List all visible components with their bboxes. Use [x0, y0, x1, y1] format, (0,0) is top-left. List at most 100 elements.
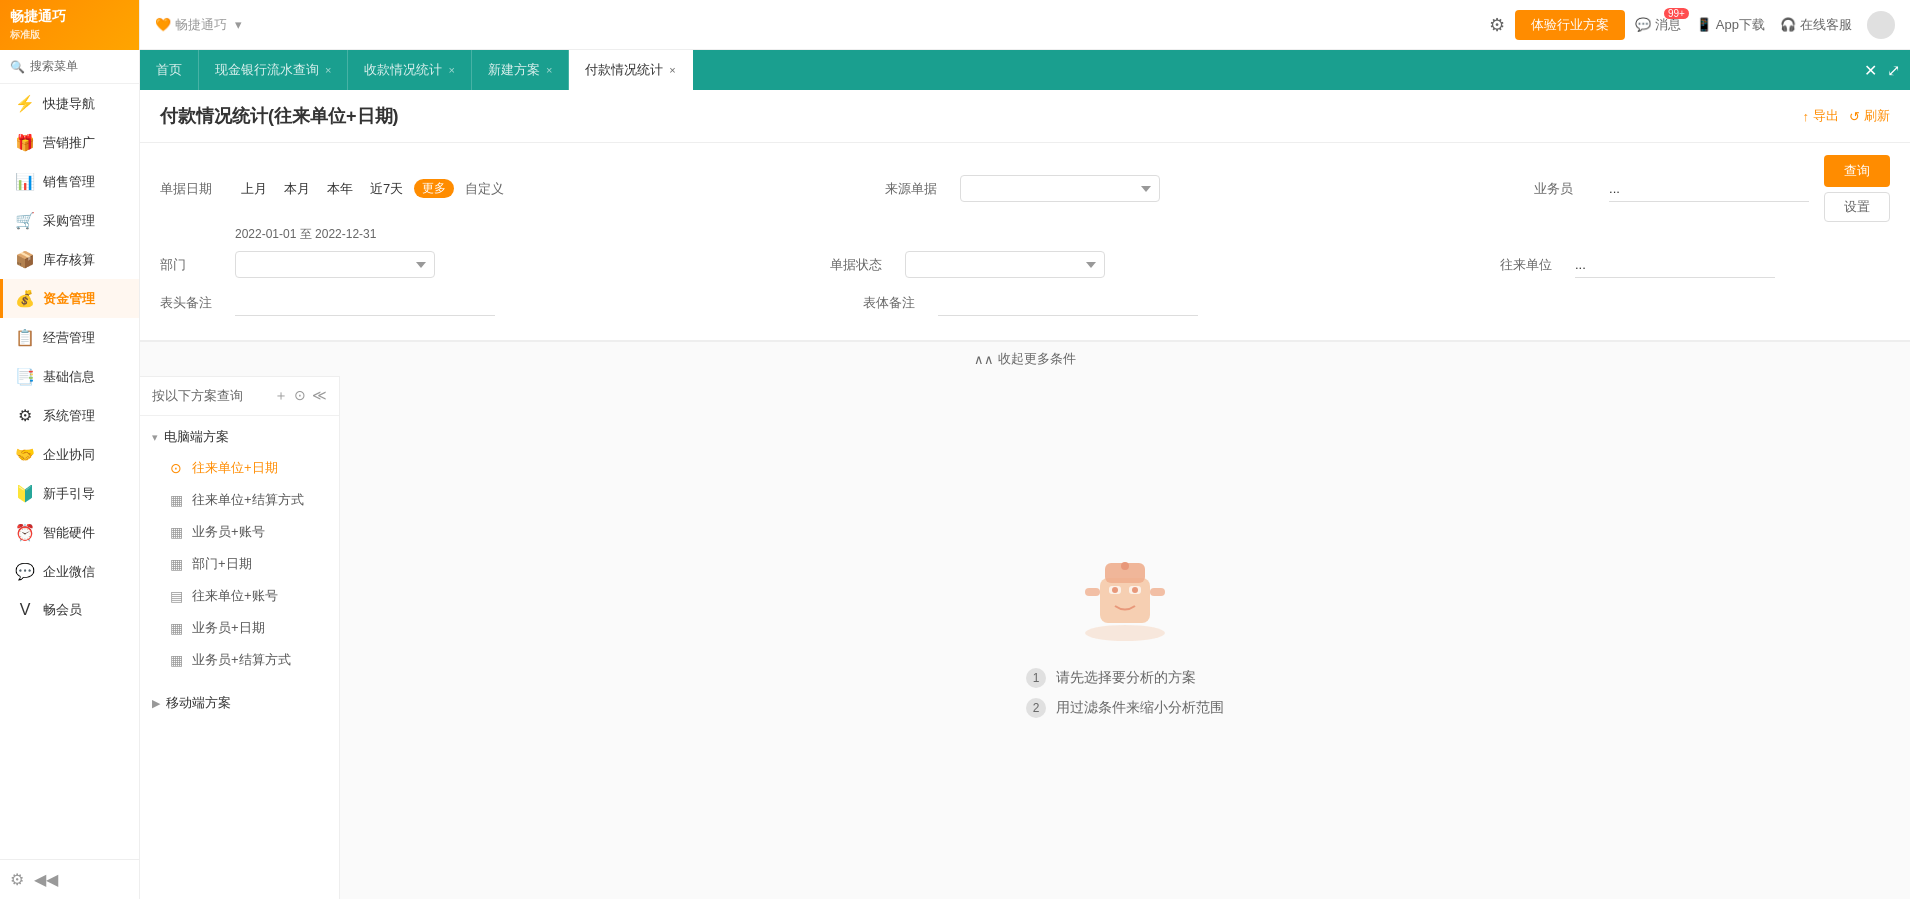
- scheme-item-icon-1: ▦: [168, 492, 184, 508]
- empty-steps: 1 请先选择要分析的方案 2 用过滤条件来缩小分析范围: [1026, 668, 1224, 728]
- scheme-item-staff-account[interactable]: ▦ 业务员+账号: [140, 516, 339, 548]
- scheme-header-actions: ＋ ⊙ ≪: [274, 387, 327, 405]
- date-7days[interactable]: 近7天: [364, 178, 409, 200]
- topbar-service[interactable]: 🎧 在线客服: [1780, 16, 1852, 34]
- sidebar-item-inventory[interactable]: 📦 库存核算: [0, 240, 139, 279]
- sidebar-label-vip: 畅会员: [43, 601, 82, 619]
- scheme-settings-icon[interactable]: ⊙: [294, 387, 306, 405]
- trial-btn[interactable]: 体验行业方案: [1515, 10, 1625, 40]
- sidebar-item-purchase[interactable]: 🛒 采购管理: [0, 201, 139, 240]
- page-actions: ↑ 导出 ↺ 刷新: [1803, 107, 1891, 125]
- sidebar-item-sales[interactable]: 📊 销售管理: [0, 162, 139, 201]
- desktop-group-arrow: ▾: [152, 431, 158, 444]
- sidebar-label-cooperation: 企业协同: [43, 446, 95, 464]
- tab-cash-flow[interactable]: 现金银行流水查询 ×: [199, 50, 348, 90]
- dept-select[interactable]: [235, 251, 435, 278]
- tab-home-label: 首页: [156, 61, 182, 79]
- collapse-sidebar-icon[interactable]: ◀◀: [34, 870, 58, 889]
- sidebar-item-operations[interactable]: 📋 经营管理: [0, 318, 139, 357]
- date-more[interactable]: 更多: [414, 179, 454, 198]
- date-custom[interactable]: 自定义: [459, 178, 510, 200]
- sidebar-search[interactable]: 🔍 搜索菜单: [0, 50, 139, 84]
- date-this-year[interactable]: 本年: [321, 178, 359, 200]
- staff-input[interactable]: [1609, 176, 1809, 202]
- scheme-item-staff-date[interactable]: ▦ 业务员+日期: [140, 612, 339, 644]
- topbar-app-download[interactable]: 📱 App下载: [1696, 16, 1765, 34]
- tab-new-scheme-close[interactable]: ×: [546, 64, 552, 76]
- tab-pay-stats[interactable]: 付款情况统计 ×: [569, 50, 692, 90]
- scheme-item-staff-settle[interactable]: ▦ 业务员+结算方式: [140, 644, 339, 676]
- sidebar-item-system[interactable]: ⚙ 系统管理: [0, 396, 139, 435]
- tab-cash-flow-close[interactable]: ×: [325, 64, 331, 76]
- body-remark-label: 表体备注: [863, 294, 923, 312]
- topbar: 🧡 畅捷通巧 ▾ ⚙ 体验行业方案 💬 消息 99+ 📱 App下载 🎧 在线客…: [140, 0, 1910, 50]
- tab-payment-stats-close[interactable]: ×: [448, 64, 454, 76]
- scheme-add-icon[interactable]: ＋: [274, 387, 288, 405]
- topbar-msg[interactable]: 💬 消息 99+: [1635, 16, 1681, 34]
- sidebar-item-marketing[interactable]: 🎁 营销推广: [0, 123, 139, 162]
- topbar-avatar[interactable]: [1867, 11, 1895, 39]
- sidebar-item-finance[interactable]: 💰 资金管理: [0, 279, 139, 318]
- sidebar-label-finance: 资金管理: [43, 290, 95, 308]
- header-remark-input[interactable]: [235, 290, 495, 316]
- tab-close-all-icon[interactable]: ✕: [1864, 61, 1877, 80]
- query-panel: 按以下方案查询 ＋ ⊙ ≪ ▾ 电脑端方案 ⊙ 往来单位+日期: [140, 376, 340, 899]
- sidebar-label-system: 系统管理: [43, 407, 95, 425]
- sidebar-item-quick-nav[interactable]: ⚡ 快捷导航: [0, 84, 139, 123]
- sidebar-icon-cooperation: 🤝: [15, 445, 35, 464]
- tab-new-scheme[interactable]: 新建方案 ×: [472, 50, 569, 90]
- sidebar-item-vip[interactable]: V 畅会员: [0, 591, 139, 629]
- scheme-item-label-1: 往来单位+结算方式: [192, 491, 304, 509]
- source-select[interactable]: [960, 175, 1160, 202]
- scheme-item-dept-date[interactable]: ▦ 部门+日期: [140, 548, 339, 580]
- tabs-actions: ✕ ⤢: [1854, 50, 1910, 90]
- date-this-month[interactable]: 本月: [278, 178, 316, 200]
- logo-text: 畅捷通巧: [10, 8, 66, 26]
- mobile-group-title[interactable]: ▶ 移动端方案: [140, 688, 339, 718]
- tab-payment-stats-label: 收款情况统计: [364, 61, 442, 79]
- source-label: 来源单据: [885, 180, 945, 198]
- scheme-item-counterpart-account[interactable]: ▤ 往来单位+账号: [140, 580, 339, 612]
- counterpart-input[interactable]: [1575, 252, 1775, 278]
- sidebar-item-wechat[interactable]: 💬 企业微信: [0, 552, 139, 591]
- doc-status-select[interactable]: [905, 251, 1105, 278]
- msg-badge: 99+: [1664, 8, 1689, 19]
- desktop-group-title[interactable]: ▾ 电脑端方案: [140, 422, 339, 452]
- sidebar-item-cooperation[interactable]: 🤝 企业协同: [0, 435, 139, 474]
- page-header: 付款情况统计(往来单位+日期) ↑ 导出 ↺ 刷新: [140, 90, 1910, 143]
- scheme-panel-title: 按以下方案查询: [152, 387, 243, 405]
- scheme-item-counterpart-date[interactable]: ⊙ 往来单位+日期: [140, 452, 339, 484]
- tab-new-scheme-label: 新建方案: [488, 61, 540, 79]
- tab-payment-stats[interactable]: 收款情况统计 ×: [348, 50, 471, 90]
- query-btn[interactable]: 查询: [1824, 155, 1890, 187]
- sidebar-item-hardware[interactable]: ⏰ 智能硬件: [0, 513, 139, 552]
- scheme-collapse-icon[interactable]: ≪: [312, 387, 327, 405]
- settings-btn[interactable]: 设置: [1824, 192, 1890, 222]
- sidebar-icon-guide: 🔰: [15, 484, 35, 503]
- body-remark-input[interactable]: [938, 290, 1198, 316]
- settings-footer-icon[interactable]: ⚙: [10, 870, 24, 889]
- step-1-label: 请先选择要分析的方案: [1056, 669, 1196, 687]
- topbar-dropdown-icon[interactable]: ▾: [235, 17, 242, 32]
- topbar-settings-icon[interactable]: ⚙: [1489, 14, 1505, 36]
- tab-pay-stats-close[interactable]: ×: [669, 64, 675, 76]
- scheme-item-icon-3: ▦: [168, 556, 184, 572]
- sidebar-logo: 畅捷通巧 标准版: [0, 0, 139, 50]
- export-btn[interactable]: ↑ 导出: [1803, 107, 1840, 125]
- sidebar-item-basic-info[interactable]: 📑 基础信息: [0, 357, 139, 396]
- sidebar-icon-hardware: ⏰: [15, 523, 35, 542]
- collapse-btn[interactable]: ∧∧ 收起更多条件: [140, 341, 1910, 376]
- sidebar-icon-vip: V: [15, 601, 35, 619]
- tab-home[interactable]: 首页: [140, 50, 199, 90]
- staff-label: 业务员: [1534, 180, 1594, 198]
- date-last-month[interactable]: 上月: [235, 178, 273, 200]
- scheme-item-counterpart-settle[interactable]: ▦ 往来单位+结算方式: [140, 484, 339, 516]
- sidebar-item-guide[interactable]: 🔰 新手引导: [0, 474, 139, 513]
- tab-expand-icon[interactable]: ⤢: [1887, 61, 1900, 80]
- empty-step-1: 1 请先选择要分析的方案: [1026, 668, 1224, 688]
- svg-point-3: [1121, 562, 1129, 570]
- sidebar: 畅捷通巧 标准版 🔍 搜索菜单 ⚡ 快捷导航 🎁 营销推广 📊 销售管理 🛒 采…: [0, 0, 140, 899]
- sidebar-label-inventory: 库存核算: [43, 251, 95, 269]
- refresh-btn[interactable]: ↺ 刷新: [1849, 107, 1890, 125]
- content-area: 付款情况统计(往来单位+日期) ↑ 导出 ↺ 刷新 单据日期 上月 本月: [140, 90, 1910, 899]
